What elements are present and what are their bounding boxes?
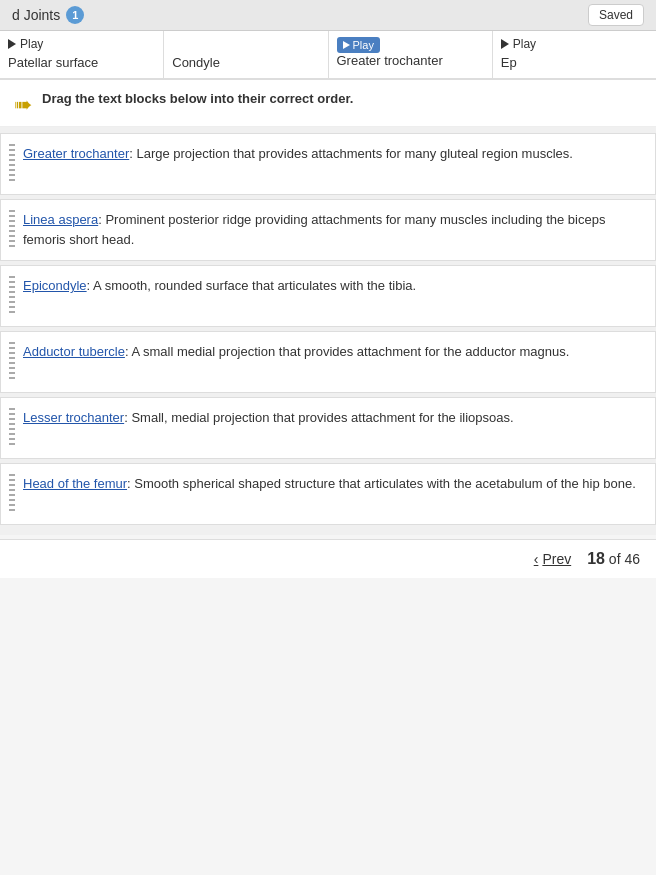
list-item[interactable]: Linea aspera: Prominent posterior ridge …: [0, 199, 656, 261]
arrow-icon: ➠: [14, 92, 32, 118]
card-text: Head of the femur: Smooth spherical shap…: [23, 474, 643, 494]
drag-handle-icon: [9, 474, 15, 514]
card-description: : Prominent posterior ridge providing at…: [23, 212, 605, 247]
list-item[interactable]: Epicondyle: A smooth, rounded surface th…: [0, 265, 656, 327]
play-button-ep[interactable]: Play: [501, 37, 536, 51]
card-text: Adductor tubercle: A small medial projec…: [23, 342, 643, 362]
play-button-patellar[interactable]: Play: [8, 37, 43, 51]
card-text: Lesser trochanter: Small, medial project…: [23, 408, 643, 428]
card-text: Linea aspera: Prominent posterior ridge …: [23, 210, 643, 249]
drag-handle-icon: [9, 276, 15, 316]
carousel-label-patellar: Patellar surface: [8, 55, 98, 70]
drag-handle-icon: [9, 408, 15, 448]
card-description: : Small, medial projection that provides…: [124, 410, 513, 425]
play-triangle-icon: [8, 39, 16, 49]
carousel-row: Play Patellar surface Play Condyle Play …: [0, 31, 656, 80]
carousel-item-ep[interactable]: Play Ep: [493, 31, 656, 78]
instruction-text: Drag the text blocks below into their co…: [42, 90, 353, 108]
carousel-label-condyle: Condyle: [172, 55, 220, 70]
card-term: Greater trochanter: [23, 146, 129, 161]
carousel-item-patellar[interactable]: Play Patellar surface: [0, 31, 164, 78]
drag-handle-icon: [9, 144, 15, 184]
drag-handle-icon: [9, 342, 15, 382]
carousel-label-greater-trochanter: Greater trochanter: [337, 53, 443, 68]
top-bar: d Joints 1 Saved: [0, 0, 656, 31]
play-label-greater-trochanter: Play: [353, 39, 374, 51]
page-current: 18: [587, 550, 605, 567]
chevron-left-icon: ‹: [534, 551, 539, 567]
app-title: d Joints: [12, 7, 60, 23]
card-term: Adductor tubercle: [23, 344, 125, 359]
card-term: Head of the femur: [23, 476, 127, 491]
list-item[interactable]: Adductor tubercle: A small medial projec…: [0, 331, 656, 393]
drag-handle-icon: [9, 210, 15, 250]
cards-container: Greater trochanter: Large projection tha…: [0, 127, 656, 535]
play-button-greater-trochanter[interactable]: Play: [337, 37, 380, 53]
card-term: Linea aspera: [23, 212, 98, 227]
play-triangle-icon-blue: [343, 41, 350, 49]
card-description: : Smooth spherical shaped structure that…: [127, 476, 636, 491]
play-label-patellar: Play: [20, 37, 43, 51]
carousel-label-ep: Ep: [501, 55, 517, 70]
page-of: of 46: [609, 551, 640, 567]
card-description: : A smooth, rounded surface that articul…: [87, 278, 417, 293]
saved-button[interactable]: Saved: [588, 4, 644, 26]
card-text: Greater trochanter: Large projection tha…: [23, 144, 643, 164]
play-label-ep: Play: [513, 37, 536, 51]
badge: 1: [66, 6, 84, 24]
instruction-area: ➠ Drag the text blocks below into their …: [0, 80, 656, 127]
card-description: : A small medial projection that provide…: [125, 344, 569, 359]
prev-label: Prev: [542, 551, 571, 567]
play-triangle-icon-ep: [501, 39, 509, 49]
prev-button[interactable]: ‹ Prev: [534, 551, 571, 567]
page-info: 18 of 46: [587, 550, 640, 568]
carousel-item-greater-trochanter[interactable]: Play Greater trochanter: [329, 31, 493, 78]
card-description: : Large projection that provides attachm…: [129, 146, 573, 161]
card-term: Lesser trochanter: [23, 410, 124, 425]
list-item[interactable]: Head of the femur: Smooth spherical shap…: [0, 463, 656, 525]
top-bar-left: d Joints 1: [12, 6, 84, 24]
list-item[interactable]: Greater trochanter: Large projection tha…: [0, 133, 656, 195]
carousel-item-condyle[interactable]: Play Condyle: [164, 31, 328, 78]
list-item[interactable]: Lesser trochanter: Small, medial project…: [0, 397, 656, 459]
card-term: Epicondyle: [23, 278, 87, 293]
bottom-nav: ‹ Prev 18 of 46: [0, 539, 656, 578]
card-text: Epicondyle: A smooth, rounded surface th…: [23, 276, 643, 296]
